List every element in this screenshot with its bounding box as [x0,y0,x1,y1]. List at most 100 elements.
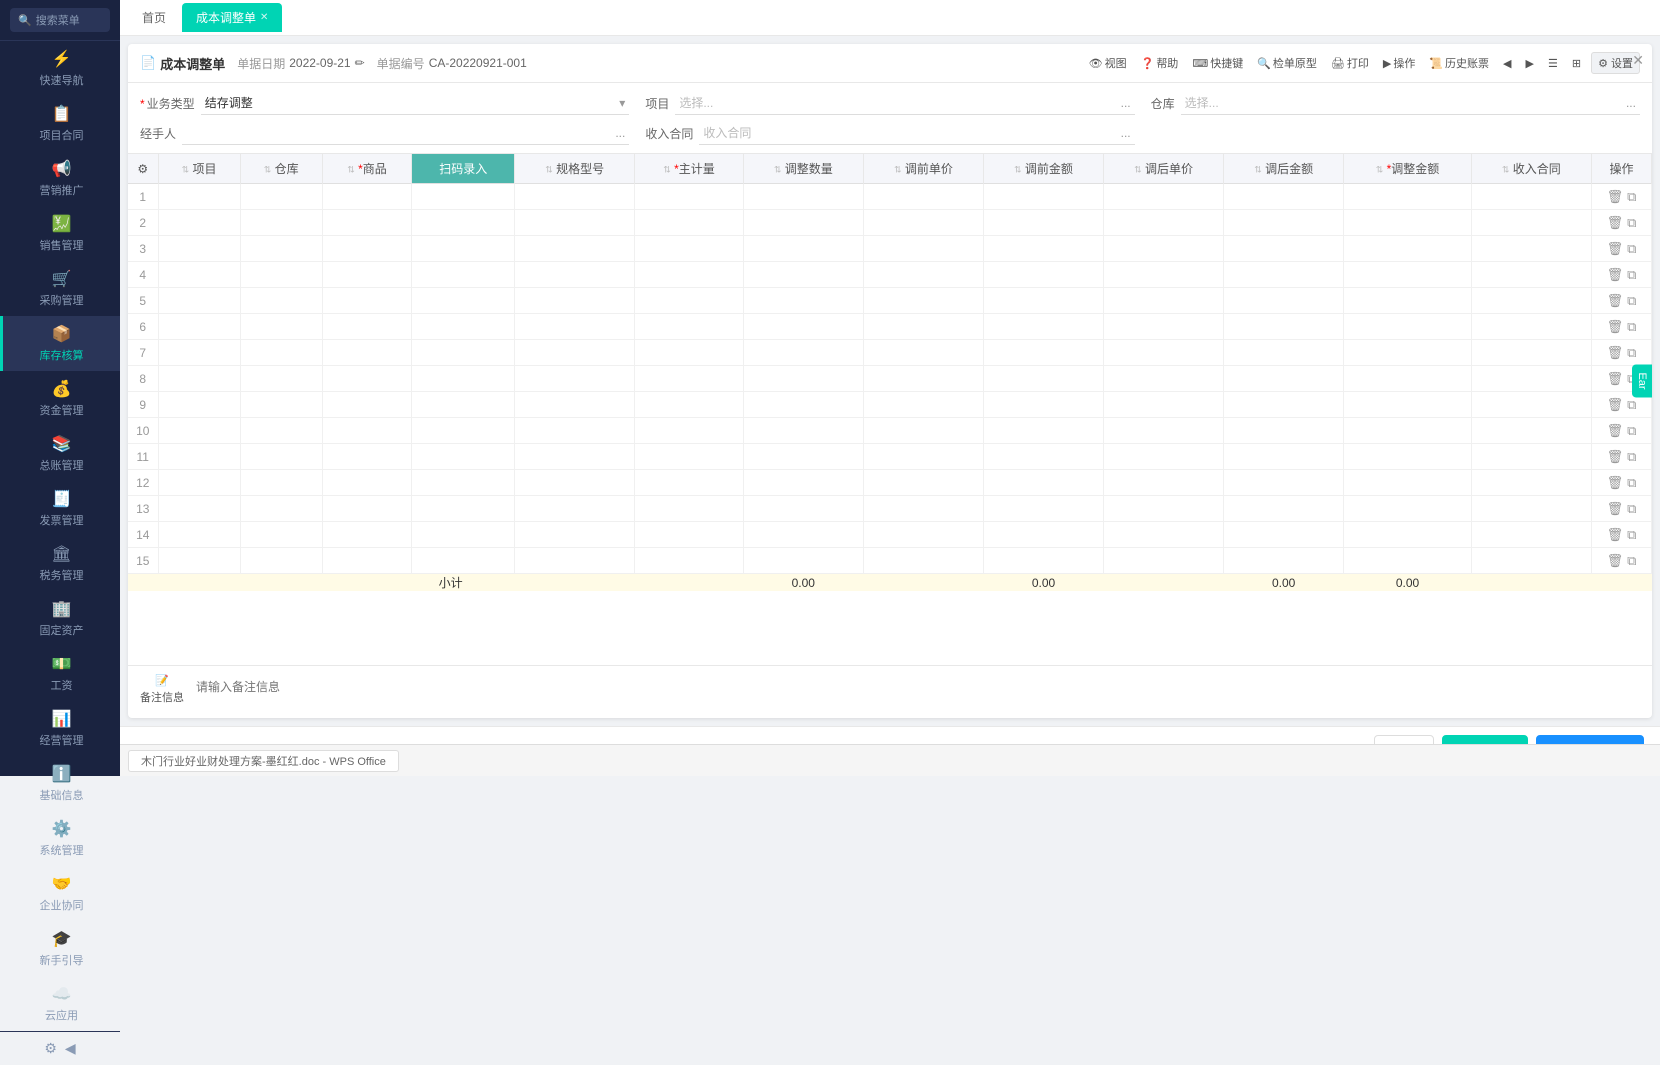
row-copy-icon[interactable]: ⧉ [1627,423,1636,439]
search-input-wrapper[interactable]: 🔍 搜索菜单 [10,8,110,32]
row-unit[interactable] [635,236,744,262]
row-copy-icon[interactable]: ⧉ [1627,475,1636,491]
row-before-amount[interactable] [983,288,1103,314]
row-warehouse[interactable] [240,210,322,236]
row-after-amount[interactable] [1224,314,1344,340]
sidebar-item-invoice-mgmt[interactable]: 🧾发票管理 [0,481,120,536]
row-before-unit-price[interactable] [863,392,983,418]
row-unit[interactable] [635,210,744,236]
row-before-amount[interactable] [983,340,1103,366]
row-adjust-amount[interactable] [1344,496,1472,522]
row-warehouse[interactable] [240,418,322,444]
sidebar-item-fixed-assets[interactable]: 🏢固定资产 [0,591,120,646]
panel-close-button[interactable]: ✕ [1632,52,1644,69]
row-spec[interactable] [515,314,635,340]
row-income-contract[interactable] [1471,184,1591,210]
sidebar-item-sys-mgmt[interactable]: ⚙️系统管理 [0,811,120,866]
sidebar-item-cloud-apps[interactable]: ☁️云应用 [0,976,120,1031]
row-unit[interactable] [635,314,744,340]
row-after-amount[interactable] [1224,340,1344,366]
nav-prev-action[interactable]: ◀ [1499,55,1515,72]
row-delete-icon[interactable]: 🗑 [1607,423,1624,439]
row-copy-icon[interactable]: ⧉ [1627,241,1636,257]
sidebar-item-sales-promotion[interactable]: 📢营销推广 [0,151,120,206]
row-spec[interactable] [515,340,635,366]
row-after-unit-price[interactable] [1104,184,1224,210]
row-before-amount[interactable] [983,184,1103,210]
row-delete-icon[interactable]: 🗑 [1607,397,1624,413]
row-before-amount[interactable] [983,314,1103,340]
row-copy-icon[interactable]: ⧉ [1627,449,1636,465]
row-adjust-amount[interactable] [1344,288,1472,314]
row-after-unit-price[interactable] [1104,366,1224,392]
row-income-contract[interactable] [1471,470,1591,496]
row-warehouse[interactable] [240,340,322,366]
row-unit[interactable] [635,418,744,444]
sidebar-item-payroll[interactable]: 💵工资 [0,646,120,701]
sidebar-item-tax-mgmt[interactable]: 🏛税务管理 [0,536,120,591]
row-scan[interactable] [412,444,515,470]
row-after-unit-price[interactable] [1104,548,1224,574]
row-scan[interactable] [412,470,515,496]
row-before-unit-price[interactable] [863,522,983,548]
row-scan[interactable] [412,548,515,574]
sidebar-item-sales-mgmt[interactable]: 💹销售管理 [0,206,120,261]
row-delete-icon[interactable]: 🗑 [1607,189,1624,205]
row-spec[interactable] [515,418,635,444]
row-after-amount[interactable] [1224,496,1344,522]
row-before-amount[interactable] [983,262,1103,288]
row-adjust-amount[interactable] [1344,366,1472,392]
row-spec[interactable] [515,210,635,236]
view-action[interactable]: 👁 视图 [1085,53,1131,73]
row-warehouse[interactable] [240,392,322,418]
row-after-unit-price[interactable] [1104,444,1224,470]
row-before-unit-price[interactable] [863,314,983,340]
row-goods[interactable] [322,548,412,574]
row-warehouse[interactable] [240,288,322,314]
row-after-unit-price[interactable] [1104,288,1224,314]
row-scan[interactable] [412,184,515,210]
income-contract-value-display[interactable]: 收入合同 ... [699,121,1134,145]
row-adjust-amount[interactable] [1344,418,1472,444]
tab-cost-adjust[interactable]: 成本调整单 ✕ [182,3,282,32]
row-after-unit-price[interactable] [1104,418,1224,444]
col-warehouse[interactable]: ⇅ 仓库 [240,154,322,184]
sidebar-item-biz-collab[interactable]: 🤝企业协同 [0,866,120,921]
col-after-amount[interactable]: ⇅ 调后金额 [1224,154,1344,184]
row-before-unit-price[interactable] [863,418,983,444]
row-before-unit-price[interactable] [863,444,983,470]
row-income-contract[interactable] [1471,236,1591,262]
row-goods[interactable] [322,444,412,470]
row-income-contract[interactable] [1471,314,1591,340]
row-copy-icon[interactable]: ⧉ [1627,345,1636,361]
history-action[interactable]: 📜 历史账票 [1425,53,1493,73]
row-scan[interactable] [412,210,515,236]
row-after-unit-price[interactable] [1104,496,1224,522]
row-scan[interactable] [412,522,515,548]
collapse-icon[interactable]: ◀ [65,1040,76,1057]
row-adjust-amount[interactable] [1344,522,1472,548]
row-goods[interactable] [322,210,412,236]
row-project[interactable] [158,392,240,418]
row-project[interactable] [158,418,240,444]
row-warehouse[interactable] [240,548,322,574]
col-goods[interactable]: ⇅ *商品 [322,154,412,184]
row-scan[interactable] [412,418,515,444]
row-before-unit-price[interactable] [863,184,983,210]
row-after-amount[interactable] [1224,366,1344,392]
col-income-contract[interactable]: ⇅ 收入合同 [1471,154,1591,184]
row-project[interactable] [158,314,240,340]
row-goods[interactable] [322,496,412,522]
row-before-amount[interactable] [983,418,1103,444]
row-goods[interactable] [322,314,412,340]
warehouse-value-display[interactable]: 选择... ... [1181,91,1640,115]
review-action[interactable]: 🔍 检单原型 [1253,53,1321,73]
row-adjust-amount[interactable] [1344,314,1472,340]
row-unit[interactable] [635,522,744,548]
row-warehouse[interactable] [240,236,322,262]
row-spec[interactable] [515,444,635,470]
nav-next-action[interactable]: ▶ [1522,55,1538,72]
tab-close-icon[interactable]: ✕ [260,12,268,23]
row-project[interactable] [158,288,240,314]
shortcut-action[interactable]: ⌨ 快捷键 [1188,53,1247,73]
